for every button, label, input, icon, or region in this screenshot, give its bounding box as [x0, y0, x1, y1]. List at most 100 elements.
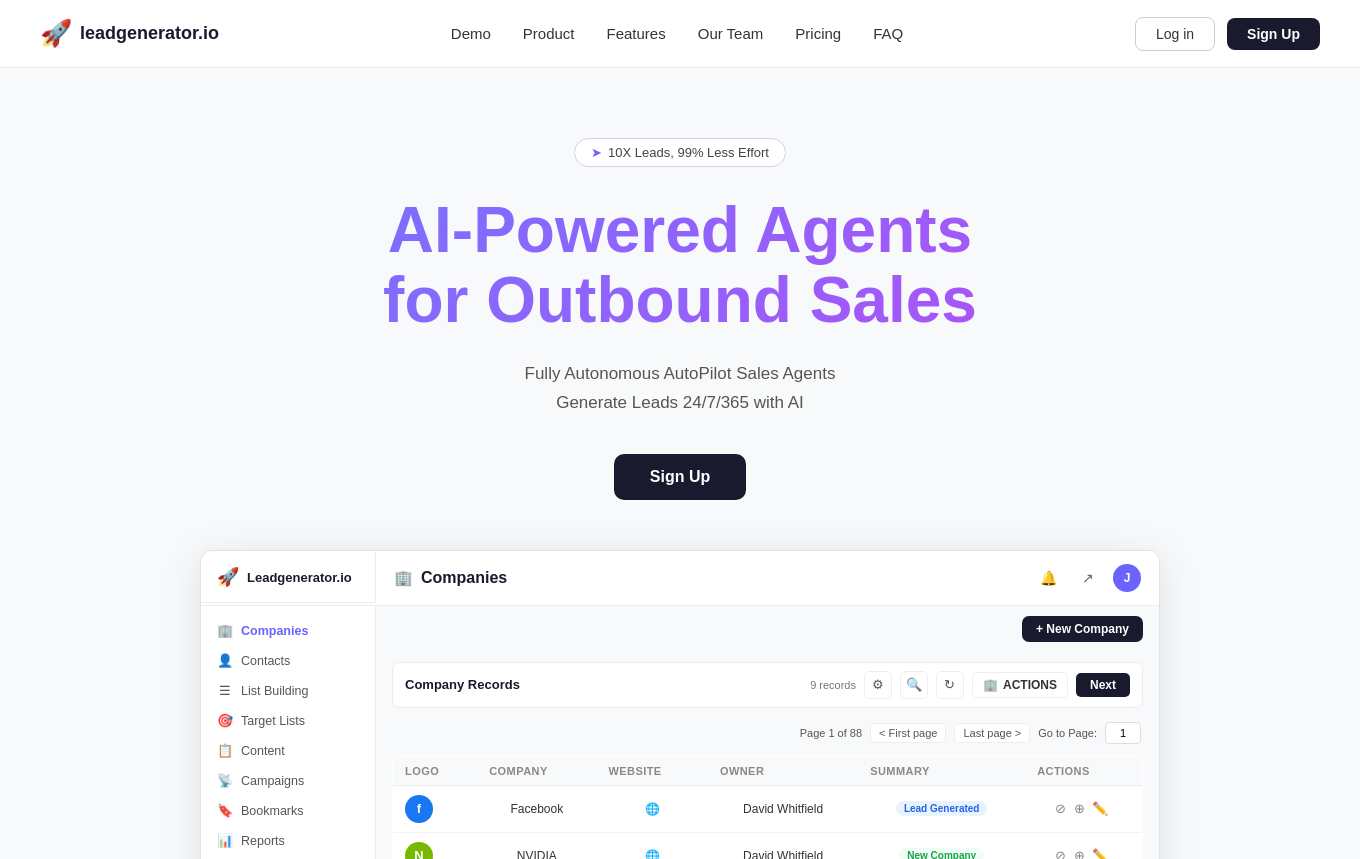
target-lists-icon: 🎯	[217, 713, 233, 729]
table-title: Company Records	[405, 677, 520, 692]
page-info: Page 1 of 88	[800, 727, 862, 739]
action-icon-2[interactable]: ⊕	[1074, 848, 1085, 859]
sidebar-item-bookmarks[interactable]: 🔖 Bookmarks	[201, 796, 375, 826]
search-table-button[interactable]: 🔍	[900, 671, 928, 699]
table-row: N NVIDIA 🌐 David Whitfield New Company ⊘…	[393, 832, 1143, 859]
app-brand-icon: 🚀	[217, 566, 239, 588]
sidebar-item-autopilot[interactable]: ⚙️ Autopilot	[201, 856, 375, 859]
company-name-facebook: Facebook	[477, 785, 596, 832]
actions-icon: 🏢	[983, 678, 998, 692]
col-website: WEBSITE	[596, 756, 708, 785]
col-company: COMPANY	[477, 756, 596, 785]
action-icon-3[interactable]: ✏️	[1092, 848, 1108, 859]
table-toolbar: Company Records 9 records ⚙ 🔍 ↻ 🏢 ACTION…	[392, 662, 1143, 708]
actions-nvidia: ⊘ ⊕ ✏️	[1025, 832, 1142, 859]
nav-links: Demo Product Features Our Team Pricing F…	[451, 25, 903, 43]
summary-badge-nvidia: New Company	[899, 848, 984, 859]
action-icon-2[interactable]: ⊕	[1074, 801, 1085, 816]
col-actions: ACTIONS	[1025, 756, 1142, 785]
companies-icon: 🏢	[394, 569, 413, 587]
sidebar-item-companies[interactable]: 🏢 Companies	[201, 616, 375, 646]
actions-facebook: ⊘ ⊕ ✏️	[1025, 785, 1142, 832]
sidebar-nav: 🏢 Companies 👤 Contacts ☰ List Building 🎯…	[201, 606, 375, 859]
table-row: f Facebook 🌐 David Whitfield Lead Genera…	[393, 785, 1143, 832]
sidebar-item-target-lists[interactable]: 🎯 Target Lists	[201, 706, 375, 736]
nav-link-pricing[interactable]: Pricing	[795, 25, 841, 42]
nav-link-features[interactable]: Features	[607, 25, 666, 42]
sidebar-item-content-label: Content	[241, 744, 285, 758]
app-brand-text: Leadgenerator.io	[247, 570, 352, 585]
sidebar-item-list-building[interactable]: ☰ List Building	[201, 676, 375, 706]
nav-link-product[interactable]: Product	[523, 25, 575, 42]
last-page-button[interactable]: Last page >	[954, 723, 1030, 743]
badge-arrow-icon: ➤	[591, 145, 602, 160]
go-to-label: Go to Page:	[1038, 727, 1097, 739]
next-button[interactable]: Next	[1076, 673, 1130, 697]
pagination: Page 1 of 88 < First page Last page > Go…	[392, 716, 1143, 750]
sidebar-item-companies-label: Companies	[241, 624, 308, 638]
main-header-icons: 🔔 ↗ J	[1033, 563, 1141, 593]
col-logo: LOGO	[393, 756, 478, 785]
records-count: 9 records	[810, 679, 856, 691]
website-icon-facebook[interactable]: 🌐	[645, 802, 660, 816]
refresh-button[interactable]: ↻	[936, 671, 964, 699]
avatar: J	[1113, 564, 1141, 592]
sidebar-item-contacts[interactable]: 👤 Contacts	[201, 646, 375, 676]
sidebar-item-content[interactable]: 📋 Content	[201, 736, 375, 766]
summary-badge-facebook: Lead Generated	[896, 801, 988, 816]
owner-facebook: David Whitfield	[708, 785, 858, 832]
hero-section: ➤ 10X Leads, 99% Less Effort AI-Powered …	[0, 68, 1360, 859]
col-summary: SUMMARY	[858, 756, 1025, 785]
new-company-button[interactable]: + New Company	[1022, 616, 1143, 642]
signup-hero-button[interactable]: Sign Up	[614, 454, 746, 500]
navbar: 🚀 leadgenerator.io Demo Product Features…	[0, 0, 1360, 68]
logo-text: leadgenerator.io	[80, 23, 219, 44]
table-toolbar-right: 9 records ⚙ 🔍 ↻ 🏢 ACTIONS Next	[810, 671, 1130, 699]
export-button[interactable]: ↗	[1073, 563, 1103, 593]
signup-nav-button[interactable]: Sign Up	[1227, 18, 1320, 50]
sidebar-item-reports[interactable]: 📊 Reports	[201, 826, 375, 856]
page-input[interactable]	[1105, 722, 1141, 744]
sidebar-item-reports-label: Reports	[241, 834, 285, 848]
hero-subtitle: Fully Autonomous AutoPilot Sales Agents …	[525, 360, 836, 418]
table-header-row: LOGO COMPANY WEBSITE OWNER SUMMARY ACTIO…	[393, 756, 1143, 785]
contacts-icon: 👤	[217, 653, 233, 669]
content-area: Company Records 9 records ⚙ 🔍 ↻ 🏢 ACTION…	[376, 648, 1159, 859]
reports-icon: 📊	[217, 833, 233, 849]
main-header-left: 🏢 Companies	[394, 569, 507, 587]
list-building-icon: ☰	[217, 683, 233, 699]
app-mockup: 🚀 Leadgenerator.io 🏢 Companies 🔔 ↗ J	[200, 550, 1160, 859]
actions-label: ACTIONS	[1003, 678, 1057, 692]
sidebar: 🏢 Companies 👤 Contacts ☰ List Building 🎯…	[201, 606, 376, 859]
sidebar-item-list-building-label: List Building	[241, 684, 308, 698]
first-page-button[interactable]: < First page	[870, 723, 946, 743]
main-content: + New Company Company Records 9 records …	[376, 606, 1159, 859]
col-owner: OWNER	[708, 756, 858, 785]
action-icon-1[interactable]: ⊘	[1055, 801, 1066, 816]
action-icon-1[interactable]: ⊘	[1055, 848, 1066, 859]
nav-link-demo[interactable]: Demo	[451, 25, 491, 42]
logo-icon: 🚀	[40, 18, 72, 49]
bookmarks-icon: 🔖	[217, 803, 233, 819]
login-button[interactable]: Log in	[1135, 17, 1215, 51]
actions-button[interactable]: 🏢 ACTIONS	[972, 672, 1068, 698]
nav-actions: Log in Sign Up	[1135, 17, 1320, 51]
main-header-title: Companies	[421, 569, 507, 587]
company-logo-nvidia: N	[405, 842, 433, 859]
hero-badge-text: 10X Leads, 99% Less Effort	[608, 145, 769, 160]
nav-logo[interactable]: 🚀 leadgenerator.io	[40, 18, 219, 49]
nav-link-faq[interactable]: FAQ	[873, 25, 903, 42]
settings-table-button[interactable]: ⚙	[864, 671, 892, 699]
action-icon-3[interactable]: ✏️	[1092, 801, 1108, 816]
sidebar-item-campaigns[interactable]: 📡 Campaigns	[201, 766, 375, 796]
hero-title: AI-Powered Agents for Outbound Sales	[383, 195, 977, 336]
campaigns-icon: 📡	[217, 773, 233, 789]
companies-nav-icon: 🏢	[217, 623, 233, 639]
website-icon-nvidia[interactable]: 🌐	[645, 849, 660, 859]
notification-bell-button[interactable]: 🔔	[1033, 563, 1063, 593]
data-table: LOGO COMPANY WEBSITE OWNER SUMMARY ACTIO…	[392, 756, 1143, 859]
nav-link-ourteam[interactable]: Our Team	[698, 25, 764, 42]
app-body: 🏢 Companies 👤 Contacts ☰ List Building 🎯…	[201, 606, 1159, 859]
owner-nvidia: David Whitfield	[708, 832, 858, 859]
company-logo-facebook: f	[405, 795, 433, 823]
